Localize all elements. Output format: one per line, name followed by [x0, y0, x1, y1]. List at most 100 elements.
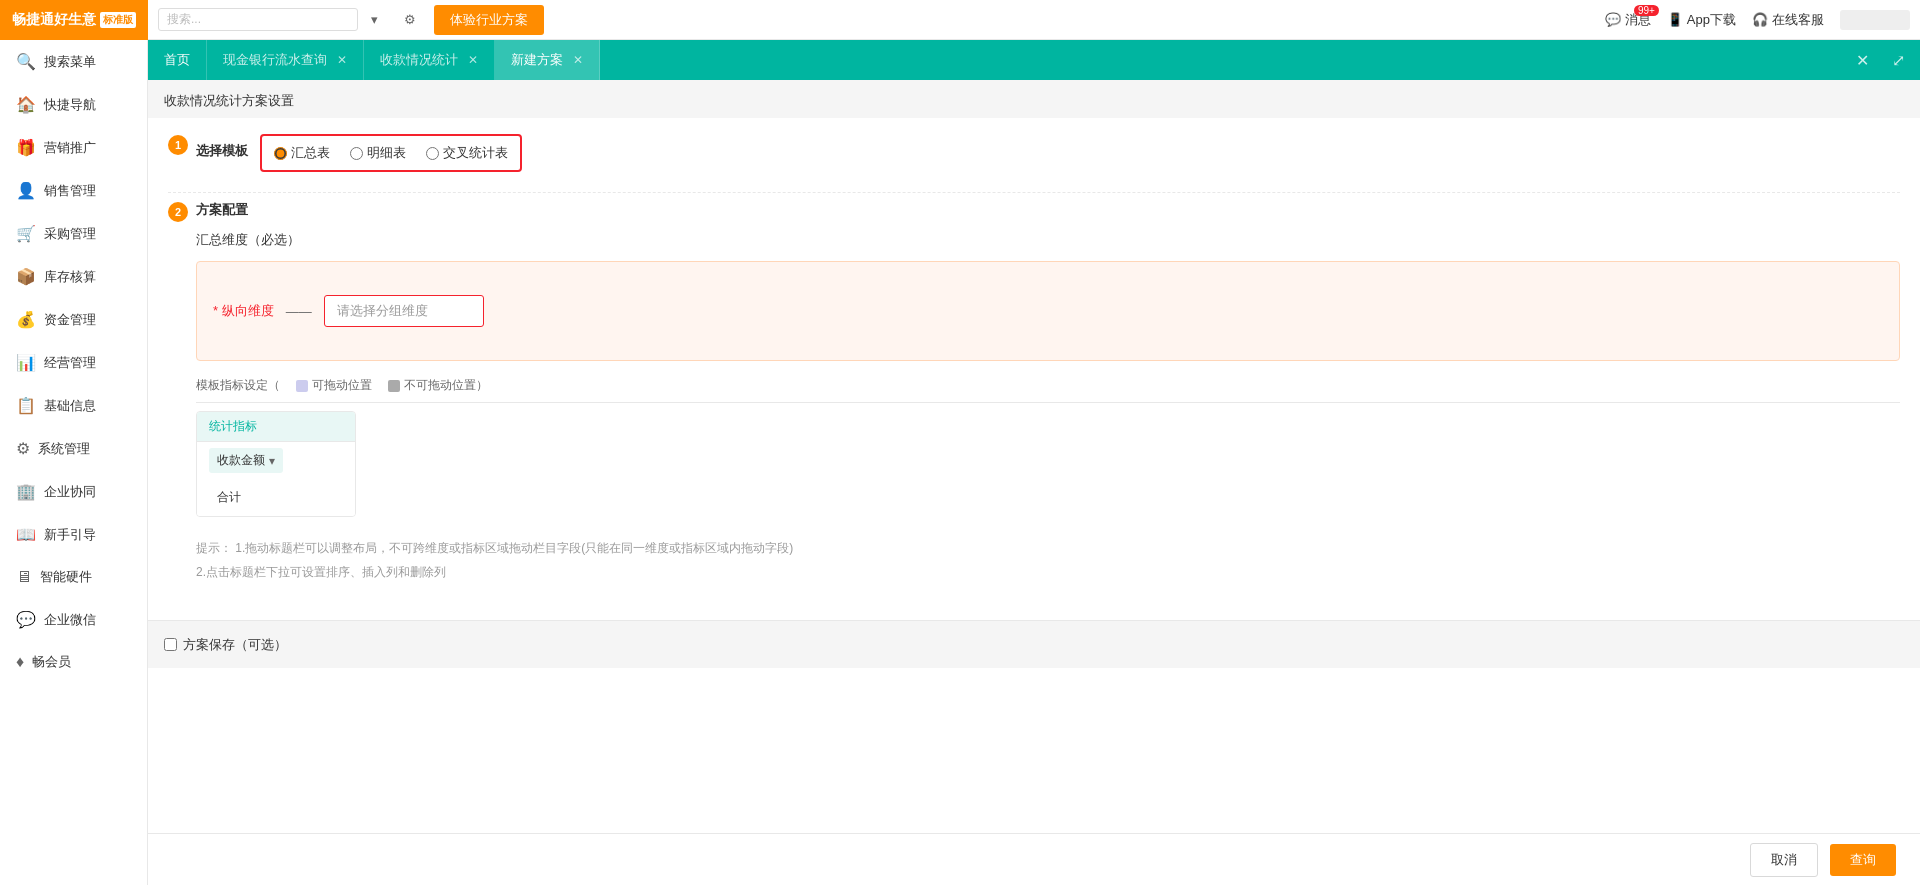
save-checkbox-label[interactable]: 方案保存（可选）: [164, 636, 287, 654]
sidebar-item-label: 基础信息: [44, 397, 96, 415]
tab-collection[interactable]: 收款情况统计 ✕: [364, 40, 495, 80]
metrics-row-subtag: 合计: [197, 479, 355, 516]
radio-cross[interactable]: 交叉统计表: [426, 144, 508, 162]
dimension-area: * 纵向维度 —— 请选择分组维度: [196, 261, 1900, 361]
message-icon: 💬: [1605, 12, 1621, 27]
unmovable-indicator: 不可拖动位置）: [388, 377, 488, 394]
step1-badge: 1: [168, 135, 188, 155]
dimension-row: * 纵向维度 —— 请选择分组维度: [213, 295, 484, 327]
search-bar[interactable]: 搜索...: [158, 8, 358, 31]
sidebar-item-search[interactable]: 🔍 搜索菜单: [0, 40, 147, 83]
metrics-config: 模板指标设定（ 可拖动位置 不可拖动位置）: [196, 377, 1900, 520]
messages-button[interactable]: 💬 消息 99+: [1605, 11, 1651, 29]
sidebar-item-wechat[interactable]: 💬 企业微信: [0, 598, 147, 641]
sidebar-item-guide[interactable]: 📖 新手引导: [0, 513, 147, 556]
sidebar-item-system[interactable]: ⚙ 系统管理: [0, 427, 147, 470]
dimension-arrow: ——: [286, 304, 312, 319]
sidebar-item-label: 快捷导航: [44, 96, 96, 114]
sidebar-item-quicknav[interactable]: 🏠 快捷导航: [0, 83, 147, 126]
search-icon: 🔍: [16, 52, 36, 71]
indicators-setting-bar: 模板指标设定（ 可拖动位置 不可拖动位置）: [196, 377, 1900, 403]
sidebar-item-label: 经营管理: [44, 354, 96, 372]
radio-detail-input[interactable]: [350, 147, 363, 160]
step2-content: 方案配置 汇总维度（必选） * 纵向维度 —— 请选择分组维度: [196, 201, 1900, 584]
dimension-select-input[interactable]: 请选择分组维度: [324, 295, 484, 327]
tab-newplan-label: 新建方案: [511, 51, 563, 69]
sidebar-item-corp[interactable]: 🏢 企业协同: [0, 470, 147, 513]
settings-icon[interactable]: ⚙: [394, 4, 426, 36]
sidebar-item-inventory[interactable]: 📦 库存核算: [0, 255, 147, 298]
sidebar: 🔍 搜索菜单 🏠 快捷导航 🎁 营销推广 👤 销售管理 🛒 采购管理 📦 库存核…: [0, 40, 148, 885]
sidebar-item-label: 新手引导: [44, 526, 96, 544]
service-icon: 🎧: [1752, 12, 1768, 27]
radio-cross-input[interactable]: [426, 147, 439, 160]
guide-icon: 📖: [16, 525, 36, 544]
sidebar-item-sales[interactable]: 👤 销售管理: [0, 169, 147, 212]
movable-label-text: 可拖动位置: [312, 377, 372, 394]
money-icon: 💰: [16, 310, 36, 329]
template-select-group: 汇总表 明细表 交叉统计表: [260, 134, 522, 172]
radio-cross-label: 交叉统计表: [443, 144, 508, 162]
cart-icon: 🛒: [16, 224, 36, 243]
top-header: 畅捷通好生意 标准版 搜索... ▾ ⚙ 体验行业方案 💬 消息 99+ 📱 A…: [0, 0, 1920, 40]
tab-home[interactable]: 首页: [148, 40, 207, 80]
corp-icon: 🏢: [16, 482, 36, 501]
box-icon: 📦: [16, 267, 36, 286]
search-placeholder-text: 搜索...: [167, 11, 201, 28]
save-checkbox[interactable]: [164, 638, 177, 651]
radio-summary[interactable]: 汇总表: [274, 144, 330, 162]
step1-section: 1 选择模板 汇总表 明细表: [168, 134, 1900, 172]
tab-cashflow-close[interactable]: ✕: [337, 53, 347, 67]
tab-collection-close[interactable]: ✕: [468, 53, 478, 67]
tab-newplan-close[interactable]: ✕: [573, 53, 583, 67]
user-icon: 👤: [16, 181, 36, 200]
logo-badge: 标准版: [100, 12, 136, 28]
sidebar-item-label: 营销推广: [44, 139, 96, 157]
sidebar-item-label: 企业微信: [44, 611, 96, 629]
step2-title: 方案配置: [196, 202, 248, 217]
user-avatar[interactable]: [1840, 10, 1910, 30]
tab-collection-label: 收款情况统计: [380, 51, 458, 69]
sidebar-item-finance[interactable]: 💰 资金管理: [0, 298, 147, 341]
sidebar-item-label: 资金管理: [44, 311, 96, 329]
metrics-tag-amount[interactable]: 收款金额 ▾: [209, 448, 283, 473]
trial-button[interactable]: 体验行业方案: [434, 5, 544, 35]
tip-1: 提示： 1.拖动标题栏可以调整布局，不可跨维度或指标区域拖动栏目字段(只能在同一…: [196, 536, 1900, 560]
sidebar-item-hardware[interactable]: 🖥 智能硬件: [0, 556, 147, 598]
logo: 畅捷通好生意 标准版: [0, 0, 148, 40]
cancel-button[interactable]: 取消: [1750, 843, 1818, 877]
sidebar-item-basic[interactable]: 📋 基础信息: [0, 384, 147, 427]
tab-newplan[interactable]: 新建方案 ✕: [495, 40, 600, 80]
query-button[interactable]: 查询: [1830, 844, 1896, 876]
unmovable-dot: [388, 380, 400, 392]
metrics-header: 统计指标: [197, 412, 355, 442]
list-icon: 📋: [16, 396, 36, 415]
search-dropdown-icon[interactable]: ▾: [362, 8, 386, 32]
app-download-button[interactable]: 📱 App下载: [1667, 11, 1736, 29]
dropdown-arrow-icon: ▾: [269, 454, 275, 468]
chart-icon: 📊: [16, 353, 36, 372]
metrics-table: 统计指标 收款金额 ▾ 合计: [196, 411, 356, 517]
sidebar-item-label: 库存核算: [44, 268, 96, 286]
metrics-subtag-label: 合计: [209, 485, 249, 510]
tab-maximize-icon[interactable]: ⤢: [1884, 46, 1912, 74]
gift-icon: 🎁: [16, 138, 36, 157]
tab-close-icon[interactable]: ✕: [1848, 46, 1876, 74]
sidebar-item-member[interactable]: ♦ 畅会员: [0, 641, 147, 683]
gear-icon: ⚙: [16, 439, 30, 458]
metrics-setting-title: 模板指标设定（: [196, 377, 280, 394]
tab-cashflow[interactable]: 现金银行流水查询 ✕: [207, 40, 364, 80]
step1-content: 选择模板 汇总表 明细表: [196, 134, 1900, 172]
sidebar-item-purchase[interactable]: 🛒 采购管理: [0, 212, 147, 255]
online-service-button[interactable]: 🎧 在线客服: [1752, 11, 1824, 29]
radio-summary-input[interactable]: [274, 147, 287, 160]
tip-2: 2.点击标题栏下拉可设置排序、插入列和删除列: [196, 560, 1900, 584]
tips-area: 提示： 1.拖动标题栏可以调整布局，不可跨维度或指标区域拖动栏目字段(只能在同一…: [196, 536, 1900, 584]
radio-detail[interactable]: 明细表: [350, 144, 406, 162]
sidebar-item-marketing[interactable]: 🎁 营销推广: [0, 126, 147, 169]
sidebar-item-label: 系统管理: [38, 440, 90, 458]
home-icon: 🏠: [16, 95, 36, 114]
sidebar-item-label: 智能硬件: [40, 568, 92, 586]
sidebar-item-operation[interactable]: 📊 经营管理: [0, 341, 147, 384]
page-title-bar: 收款情况统计方案设置: [148, 80, 1920, 118]
